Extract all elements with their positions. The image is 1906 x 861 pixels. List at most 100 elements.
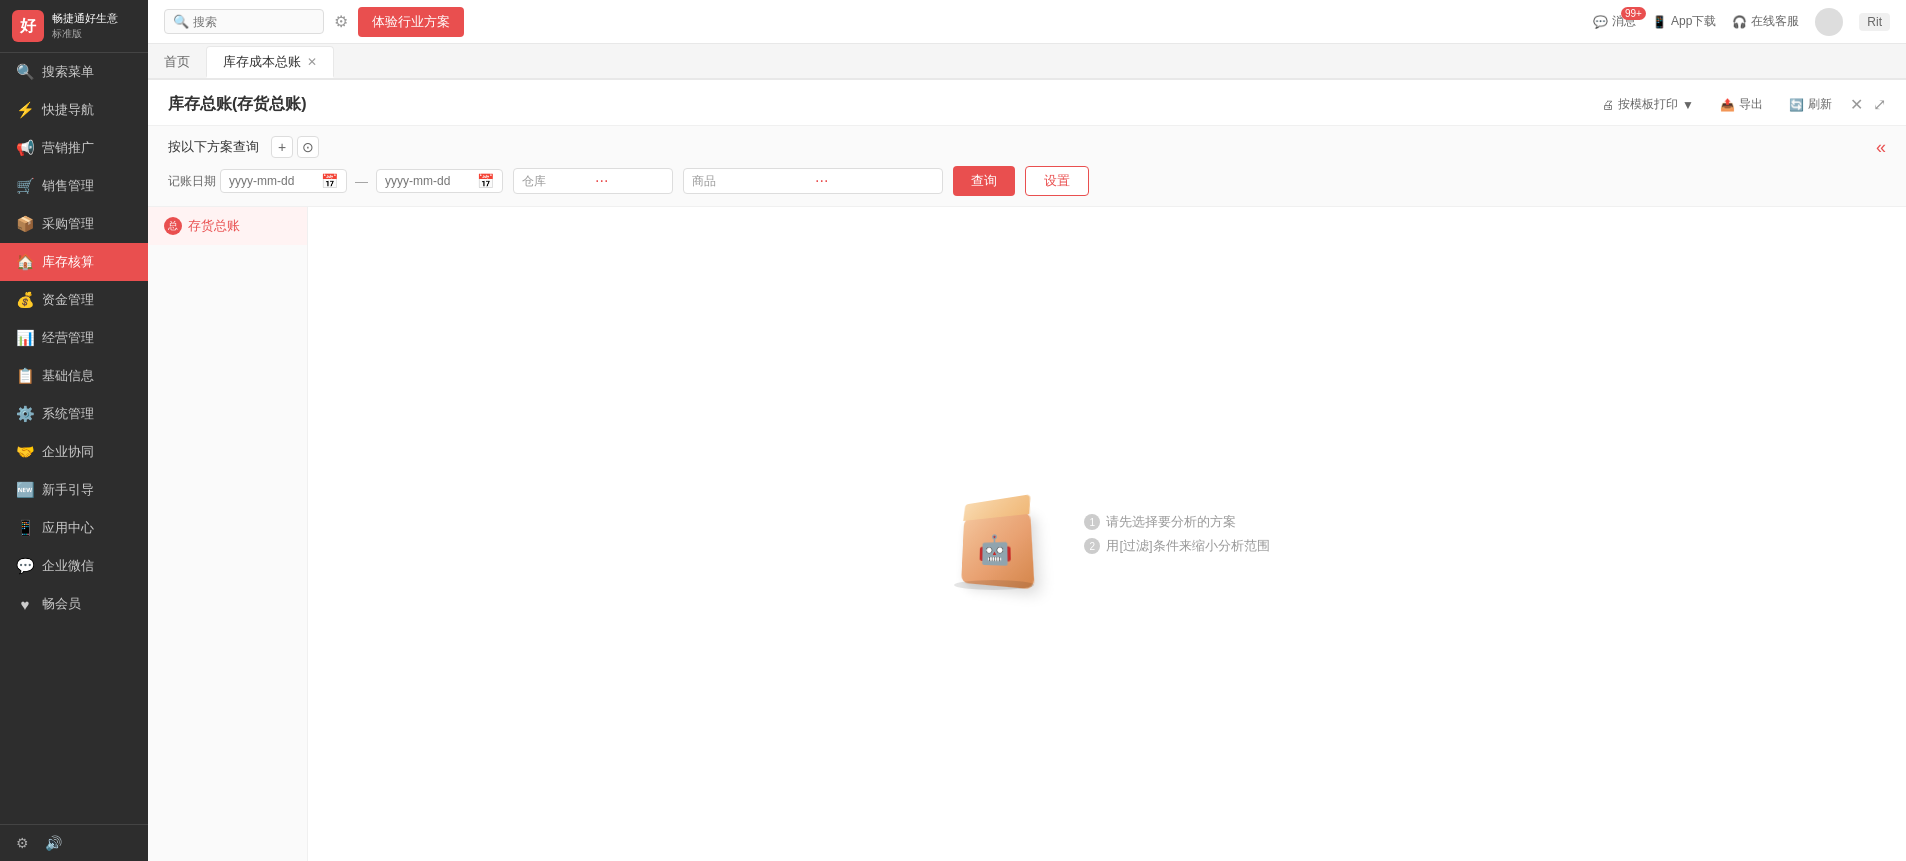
page-close-icon[interactable]: ✕ [1850,95,1863,114]
topbar: 🔍 ⚙ 体验行业方案 💬 消息 99+ 📱 App下载 🎧 在线客服 Rit [148,0,1906,44]
message-badge: 99+ [1621,7,1646,20]
warehouse-more-icon: ··· [595,172,664,190]
tab-home[interactable]: 首页 [148,46,206,78]
sidebar-label-business: 经营管理 [42,329,94,347]
business-icon: 📊 [16,329,34,347]
sidebar-item-guide[interactable]: 🆕 新手引导 [0,471,148,509]
sidebar-nav: 🔍 搜索菜单 ⚡ 快捷导航 📢 营销推广 🛒 销售管理 📦 采购管理 🏠 库存核… [0,53,148,824]
sidebar-label-finance: 资金管理 [42,291,94,309]
sidebar-item-sales[interactable]: 🛒 销售管理 [0,167,148,205]
scheme-sidebar: 总 存货总账 [148,207,308,861]
expand-icon[interactable]: ⤢ [1873,95,1886,114]
scheme-item-label: 存货总账 [188,217,240,235]
headset-icon: 🎧 [1732,15,1747,29]
username-display: Rit [1859,13,1890,31]
main-area: 🔍 ⚙ 体验行业方案 💬 消息 99+ 📱 App下载 🎧 在线客服 Rit [148,0,1906,861]
topbar-gear-icon[interactable]: ⚙ [334,12,348,31]
scheme-icon: 总 [164,217,182,235]
audio-footer-button[interactable]: 🔊 [45,835,62,851]
online-service-button[interactable]: 🎧 在线客服 [1732,13,1799,30]
empty-shadow [954,580,1034,590]
sidebar-label-member: 畅会员 [42,595,81,613]
quick-nav-icon: ⚡ [16,101,34,119]
sidebar-footer: ⚙ 🔊 [0,824,148,861]
export-button[interactable]: 📤 导出 [1712,92,1771,117]
filter-label: 按以下方案查询 [168,138,259,156]
setting-button[interactable]: 设置 [1025,166,1089,196]
user-avatar [1815,8,1843,36]
filter-add-button[interactable]: + [271,136,293,158]
apps-icon: 📱 [16,519,34,537]
sidebar-item-search-menu[interactable]: 🔍 搜索菜单 [0,53,148,91]
sidebar-label-enterprise: 企业协同 [42,443,94,461]
hint-text-1: 请先选择要分析的方案 [1106,513,1236,531]
refresh-label: 刷新 [1808,96,1832,113]
topbar-search-box[interactable]: 🔍 [164,9,324,34]
sidebar-item-basic[interactable]: 📋 基础信息 [0,357,148,395]
filter-top-row: 按以下方案查询 + ⊙ « [168,136,1886,158]
sidebar-item-purchase[interactable]: 📦 采购管理 [0,205,148,243]
calendar-end-icon[interactable]: 📅 [477,173,494,189]
search-input[interactable] [193,15,293,29]
warehouse-label: 仓库 [522,173,591,190]
query-row: 记账日期 📅 — 📅 仓库 ··· 商品 [168,166,1886,196]
empty-state: 1 请先选择要分析的方案 2 用[过滤]条件来缩小分析范围 [944,484,1269,584]
print-dropdown-icon: ▼ [1682,98,1694,112]
tab-inventory-label: 库存成本总账 [223,53,301,71]
sidebar-label-inventory: 库存核算 [42,253,94,271]
calendar-start-icon[interactable]: 📅 [321,173,338,189]
sidebar-item-business[interactable]: 📊 经营管理 [0,319,148,357]
sidebar-item-apps[interactable]: 📱 应用中心 [0,509,148,547]
sidebar-item-enterprise[interactable]: 🤝 企业协同 [0,433,148,471]
industry-solution-button[interactable]: 体验行业方案 [358,7,464,37]
refresh-icon: 🔄 [1789,98,1804,112]
sidebar-item-wechat[interactable]: 💬 企业微信 [0,547,148,585]
online-label: 在线客服 [1751,13,1799,30]
goods-label: 商品 [692,173,811,190]
app-name: 畅捷通好生意 [52,11,118,26]
app-download-button[interactable]: 📱 App下载 [1652,13,1716,30]
app-logo: 好 畅捷通好生意 标准版 [0,0,148,53]
date-start-field[interactable] [229,174,317,188]
sidebar-label-purchase: 采购管理 [42,215,94,233]
marketing-icon: 📢 [16,139,34,157]
sidebar-label-guide: 新手引导 [42,481,94,499]
hint-number-1: 1 [1084,514,1100,530]
date-end-field[interactable] [385,174,473,188]
search-menu-icon: 🔍 [16,63,34,81]
app-label: App下载 [1671,13,1716,30]
goods-select[interactable]: 商品 ··· [683,168,943,194]
refresh-button[interactable]: 🔄 刷新 [1781,92,1840,117]
sidebar-item-finance[interactable]: 💰 资金管理 [0,281,148,319]
filter-options-button[interactable]: ⊙ [297,136,319,158]
date-end-input[interactable]: 📅 [376,169,503,193]
message-button[interactable]: 💬 消息 99+ [1593,13,1636,30]
filter-add-buttons: + ⊙ [271,136,319,158]
settings-footer-button[interactable]: ⚙ [16,835,29,851]
sidebar-item-inventory[interactable]: 🏠 库存核算 [0,243,148,281]
search-icon: 🔍 [173,14,189,29]
sidebar-label-system: 系统管理 [42,405,94,423]
sidebar-label-marketing: 营销推广 [42,139,94,157]
sidebar-item-quick-nav[interactable]: ⚡ 快捷导航 [0,91,148,129]
tab-close-icon[interactable]: ✕ [307,55,317,69]
empty-box-graphic [962,512,1035,590]
tab-bar: 首页 库存成本总账 ✕ [148,44,1906,80]
query-button[interactable]: 查询 [953,166,1015,196]
sales-icon: 🛒 [16,177,34,195]
filter-area: 按以下方案查询 + ⊙ « 记账日期 📅 — [148,126,1906,207]
print-button[interactable]: 🖨 按模板打印 ▼ [1594,92,1702,117]
sidebar-item-member[interactable]: ♥ 畅会员 [0,585,148,623]
sidebar: 好 畅捷通好生意 标准版 🔍 搜索菜单 ⚡ 快捷导航 📢 营销推广 🛒 销售管理… [0,0,148,861]
guide-icon: 🆕 [16,481,34,499]
scheme-item-inventory-total[interactable]: 总 存货总账 [148,207,307,245]
sidebar-item-marketing[interactable]: 📢 营销推广 [0,129,148,167]
sidebar-item-system[interactable]: ⚙️ 系统管理 [0,395,148,433]
warehouse-select[interactable]: 仓库 ··· [513,168,673,194]
page-header: 库存总账(存货总账) 🖨 按模板打印 ▼ 📤 导出 🔄 刷新 ✕ ⤢ [148,80,1906,126]
date-start-input[interactable]: 📅 [220,169,347,193]
filter-collapse-button[interactable]: « [1876,137,1886,158]
tab-inventory-ledger[interactable]: 库存成本总账 ✕ [206,46,334,78]
finance-icon: 💰 [16,291,34,309]
printer-icon: 🖨 [1602,98,1614,112]
